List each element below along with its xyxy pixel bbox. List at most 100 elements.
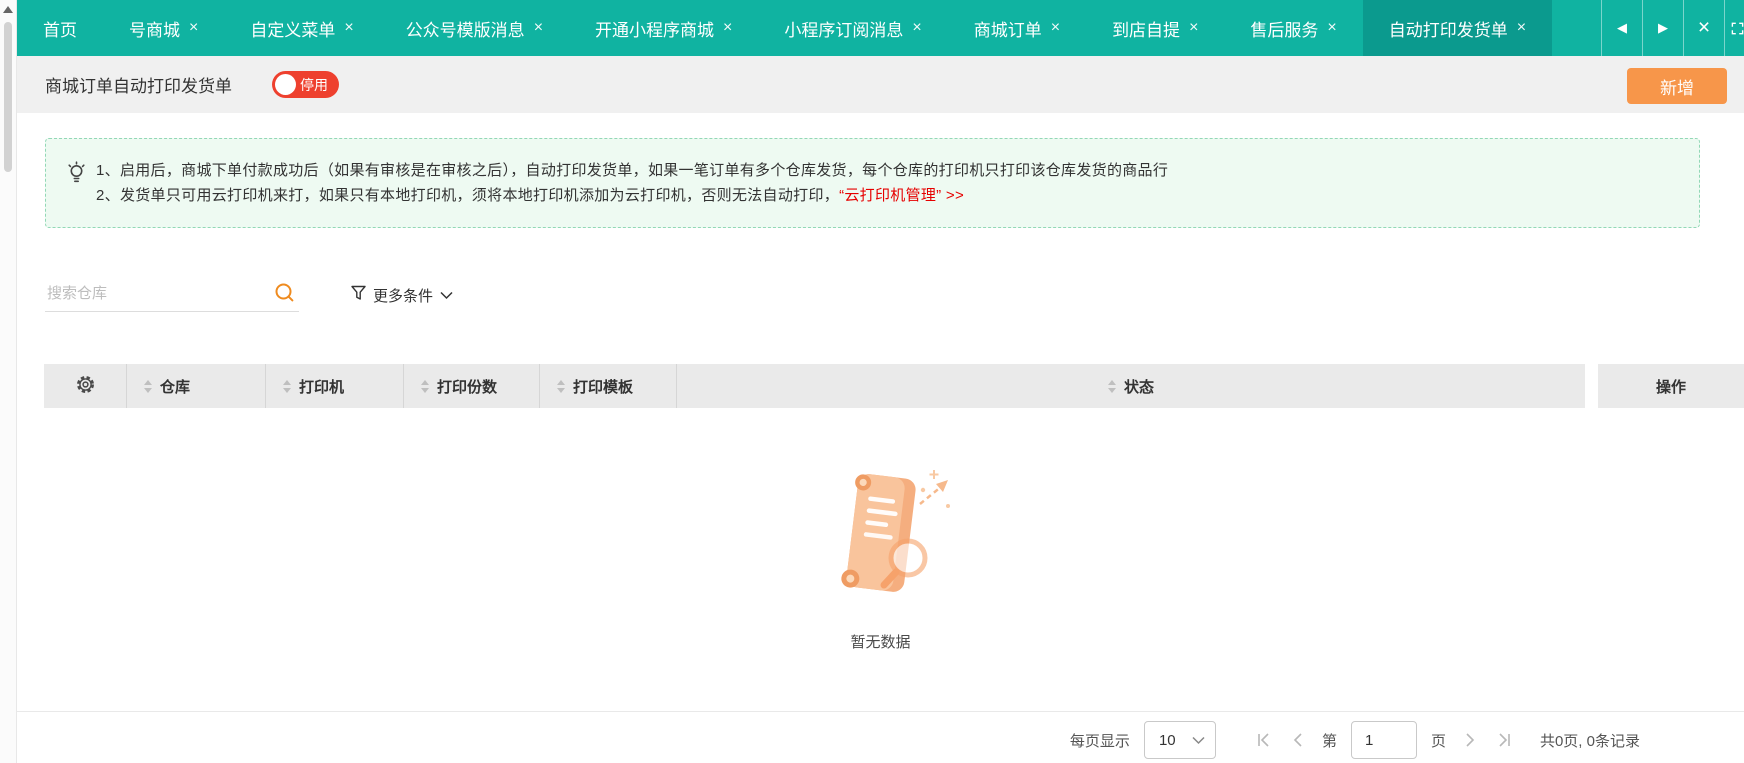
toggle-label: 停用: [300, 76, 328, 93]
per-page-select[interactable]: 10: [1143, 721, 1216, 759]
search-input[interactable]: [45, 278, 299, 312]
per-page-label: 每页显示: [1069, 732, 1130, 750]
tab-close-icon[interactable]: ×: [189, 20, 198, 36]
column-label: 打印机: [299, 378, 345, 396]
tab-首页[interactable]: 首页: [17, 0, 103, 56]
page-prefix-label: 第: [1321, 732, 1337, 750]
tab-close-icon[interactable]: ×: [912, 20, 921, 36]
notice-box: 1、启用后，商城下单付款成功后（如果有审核是在审核之后），自动打印发货单，如果一…: [45, 138, 1700, 228]
page-input[interactable]: [1350, 721, 1417, 759]
sort-carets-icon[interactable]: [283, 379, 291, 393]
table-header: 仓库 打印机 打印份数 打印模板 状态 操作: [44, 364, 1744, 408]
more-filters-button[interactable]: 更多条件: [351, 285, 453, 306]
prev-page-button[interactable]: [1288, 732, 1308, 748]
tab-开通小程序商城[interactable]: 开通小程序商城 ×: [569, 0, 758, 56]
tab-close-icon[interactable]: ×: [1517, 20, 1526, 36]
tab-号商城[interactable]: 号商城 ×: [103, 0, 224, 56]
table-header-main: 仓库 打印机 打印份数 打印模板 状态: [44, 364, 1585, 408]
main-area: 首页 号商城 × 自定义菜单 × 公众号模版消息 × 开通小程序商城 × 小程序订阅消息 × 商城订单…: [17, 0, 1744, 763]
sort-carets-icon[interactable]: [144, 379, 152, 393]
search-box: [45, 278, 299, 312]
left-scrollbar: [0, 0, 17, 763]
page-suffix-label: 页: [1430, 732, 1446, 750]
tab-close-icon[interactable]: ×: [534, 20, 543, 36]
tab-close-icon[interactable]: ×: [723, 20, 732, 36]
notice-line-2: 2、发货单只可用云打印机来打，如果只有本地打印机，须将本地打印机添加为云打印机，…: [96, 187, 965, 204]
tab-bar: 首页 号商城 × 自定义菜单 × 公众号模版消息 × 开通小程序商城 × 小程序订阅消息 × 商城订单…: [17, 0, 1744, 56]
tab-controls: ◀ ▶ ×: [1601, 0, 1744, 56]
app-window: 首页 号商城 × 自定义菜单 × 公众号模版消息 × 开通小程序商城 × 小程序订阅消息 × 商城订单…: [0, 0, 1744, 763]
tab-自动打印发货单[interactable]: 自动打印发货单 ×: [1362, 0, 1553, 56]
page-summary: 共0页, 0条记录: [1539, 732, 1640, 750]
cloud-printer-manage-link[interactable]: “云打印机管理” >>: [839, 187, 964, 204]
per-page-value: 10: [1158, 731, 1176, 749]
column-operation: 操作: [1598, 364, 1744, 408]
header-gap: [1585, 364, 1598, 408]
tab-label: 售后服务: [1250, 20, 1319, 40]
tab-scroll-right-button[interactable]: ▶: [1642, 0, 1683, 56]
tab-商城订单[interactable]: 商城订单 ×: [948, 0, 1086, 56]
tab-label: 首页: [43, 20, 77, 40]
tab-自定义菜单[interactable]: 自定义菜单 ×: [224, 0, 379, 56]
column-label: 状态: [1123, 378, 1154, 396]
tab-label: 商城订单: [973, 20, 1042, 40]
empty-state: 暂无数据: [17, 464, 1744, 652]
notice-line-1: 1、启用后，商城下单付款成功后（如果有审核是在审核之后），自动打印发货单，如果一…: [96, 162, 1169, 179]
funnel-icon: [351, 285, 366, 305]
scrollbar-thumb[interactable]: [4, 22, 12, 172]
tab-scroll-left-button[interactable]: ◀: [1601, 0, 1642, 56]
first-page-button[interactable]: [1254, 732, 1274, 748]
fullscreen-icon[interactable]: [1724, 0, 1744, 56]
tab-label: 小程序订阅消息: [784, 20, 904, 40]
sort-carets-icon[interactable]: [421, 379, 429, 393]
column-label: 打印模板: [573, 378, 634, 396]
last-page-button[interactable]: [1494, 732, 1514, 748]
column-label: 仓库: [160, 378, 191, 396]
tab-label: 公众号模版消息: [405, 20, 525, 40]
tab-close-icon[interactable]: ×: [1051, 20, 1060, 36]
page-content: 1、启用后，商城下单付款成功后（如果有审核是在审核之后），自动打印发货单，如果一…: [17, 138, 1744, 763]
tab-公众号模版消息[interactable]: 公众号模版消息 ×: [380, 0, 569, 56]
tab-label: 号商城: [129, 20, 180, 40]
search-icon[interactable]: [274, 282, 295, 308]
chevron-down-icon: [440, 287, 453, 304]
tab-label: 自定义菜单: [250, 20, 336, 40]
column-header-打印份数[interactable]: 打印份数: [404, 364, 540, 408]
filter-row: 更多条件: [45, 278, 1744, 312]
gear-icon: [75, 374, 96, 399]
select-chevron-down-icon: [1192, 732, 1205, 749]
lightbulb-icon: [66, 161, 87, 208]
tab-close-icon[interactable]: ×: [344, 20, 353, 36]
column-header-打印机[interactable]: 打印机: [266, 364, 404, 408]
pagination-bar: 每页显示 10 第 页: [17, 711, 1744, 763]
page-toolbar: 商城订单自动打印发货单 停用 新增: [17, 56, 1744, 113]
column-settings-button[interactable]: [44, 364, 127, 408]
tab-到店自提[interactable]: 到店自提 ×: [1086, 0, 1224, 56]
tab-label: 到店自提: [1112, 20, 1181, 40]
sort-carets-icon[interactable]: [1107, 379, 1116, 393]
tab-label: 自动打印发货单: [1388, 20, 1508, 40]
add-button[interactable]: 新增: [1627, 68, 1727, 104]
tab-label: 开通小程序商城: [595, 20, 715, 40]
tab-close-icon[interactable]: ×: [1327, 20, 1336, 36]
column-label: 打印份数: [437, 378, 498, 396]
tab-售后服务[interactable]: 售后服务 ×: [1224, 0, 1362, 56]
column-header-状态[interactable]: 状态: [677, 364, 1585, 408]
no-data-illustration: [840, 470, 950, 592]
column-header-仓库[interactable]: 仓库: [127, 364, 266, 408]
notice-text: 1、启用后，商城下单付款成功后（如果有审核是在审核之后），自动打印发货单，如果一…: [96, 158, 1168, 208]
scroll-up-caret-icon[interactable]: [3, 6, 13, 13]
next-page-button[interactable]: [1460, 732, 1480, 748]
column-header-打印模板[interactable]: 打印模板: [540, 364, 677, 408]
tab-close-icon[interactable]: ×: [1189, 20, 1198, 36]
empty-text: 暂无数据: [850, 634, 911, 651]
auto-print-toggle[interactable]: 停用: [272, 71, 339, 98]
sort-carets-icon[interactable]: [557, 379, 565, 393]
operation-label: 操作: [1655, 378, 1686, 396]
tab-小程序订阅消息[interactable]: 小程序订阅消息 ×: [758, 0, 947, 56]
more-filters-label: 更多条件: [373, 287, 434, 305]
toggle-knob: [275, 74, 296, 95]
tab-list: 首页 号商城 × 自定义菜单 × 公众号模版消息 × 开通小程序商城 × 小程序订阅消息 × 商城订单…: [17, 0, 1601, 56]
tab-close-all-button[interactable]: ×: [1683, 0, 1724, 56]
page-title: 商城订单自动打印发货单: [45, 77, 232, 96]
